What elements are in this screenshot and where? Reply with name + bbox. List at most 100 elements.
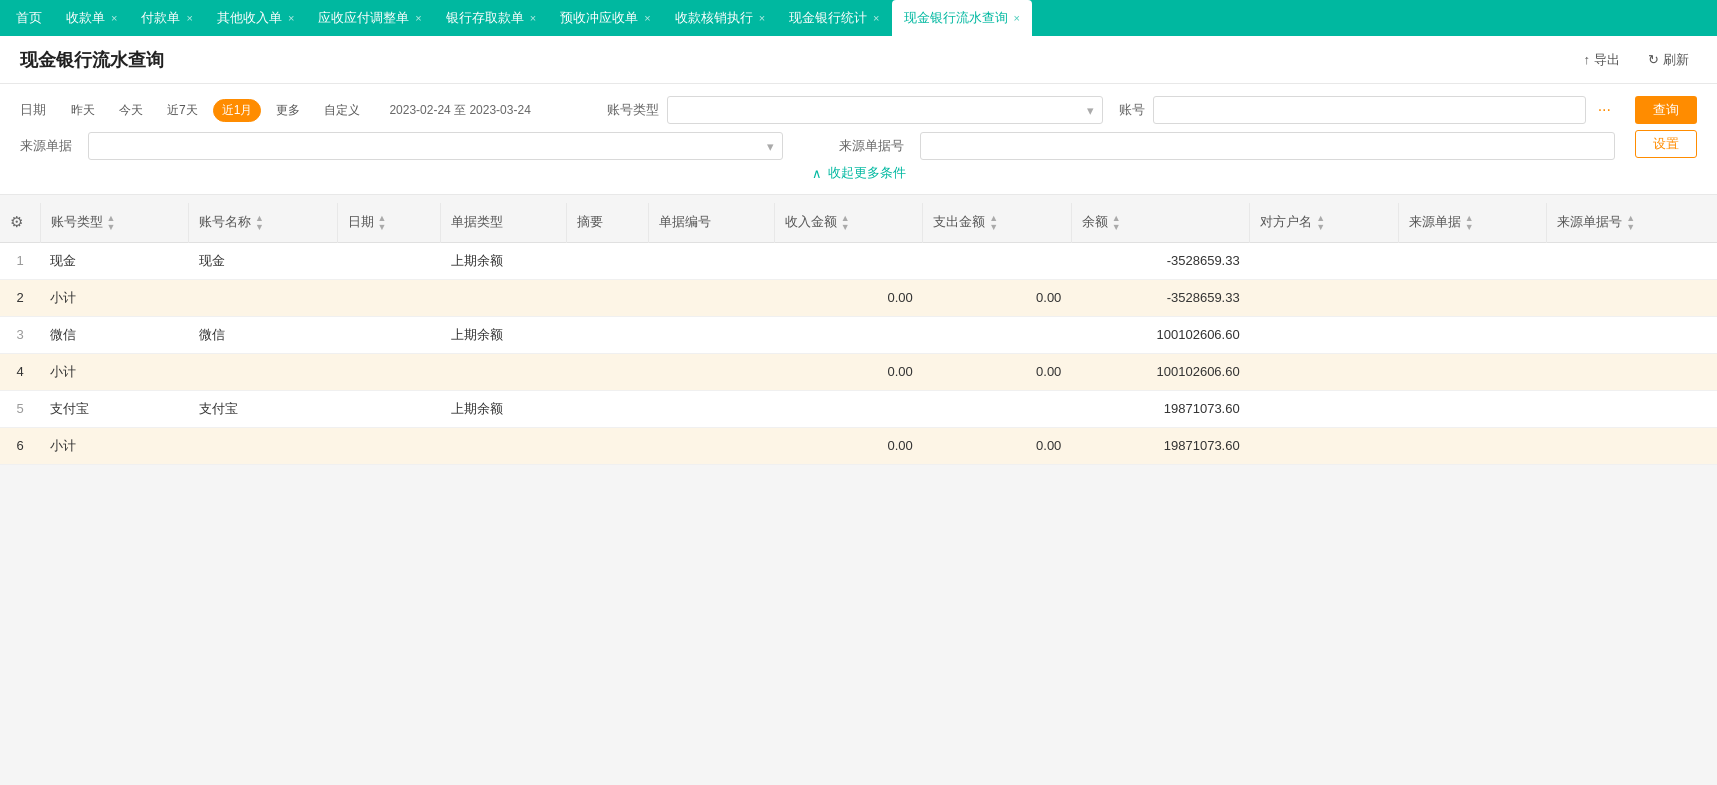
sort-icon-counterparty: ▲▼ [1316, 214, 1325, 232]
account-input[interactable] [1153, 96, 1586, 124]
close-icon-receipt[interactable]: × [111, 12, 117, 24]
nav-item-advance-offset[interactable]: 预收冲应收单× [548, 0, 662, 36]
source-doc-cell [1398, 279, 1547, 316]
account-label: 账号 [1119, 101, 1145, 119]
counterparty-cell [1250, 316, 1399, 353]
source-doc-select[interactable]: ▾ [88, 132, 783, 160]
row-number: 6 [0, 427, 40, 464]
row-number: 3 [0, 316, 40, 353]
source-doc-no-cell [1547, 316, 1717, 353]
close-icon-collect-exec[interactable]: × [759, 12, 765, 24]
close-icon-bank-deposit[interactable]: × [530, 12, 536, 24]
doc-type-cell: 上期余额 [441, 390, 567, 427]
col-header-counterparty[interactable]: 对方户名▲▼ [1250, 203, 1399, 242]
date-option-近1月[interactable]: 近1月 [213, 99, 262, 122]
date-option-自定义[interactable]: 自定义 [315, 99, 369, 122]
col-header-source_doc_no[interactable]: 来源单据号▲▼ [1547, 203, 1717, 242]
table-header: ⚙ 账号类型▲▼账号名称▲▼日期▲▼单据类型摘要单据编号收入金额▲▼支出金额▲▼余… [0, 203, 1717, 242]
summary-cell [567, 427, 648, 464]
account-type-select[interactable]: ▾ [667, 96, 1103, 124]
table-row: 6小计0.000.0019871073.60 [0, 427, 1717, 464]
summary-cell [567, 279, 648, 316]
nav-item-cash-bank-flow[interactable]: 现金银行流水查询× [892, 0, 1032, 36]
table-row: 3微信微信上期余额100102606.60 [0, 316, 1717, 353]
account-more-button[interactable]: ··· [1594, 101, 1615, 119]
doc-type-cell [441, 353, 567, 390]
sort-icon-source_doc_no: ▲▼ [1626, 214, 1635, 232]
date-cell [337, 316, 441, 353]
nav-item-other-income[interactable]: 其他收入单× [205, 0, 306, 36]
col-header-summary: 摘要 [567, 203, 648, 242]
chevron-down-icon: ▾ [1087, 103, 1094, 118]
col-header-account_type[interactable]: 账号类型▲▼ [40, 203, 189, 242]
close-icon-other-income[interactable]: × [288, 12, 294, 24]
counterparty-cell [1250, 242, 1399, 279]
gear-icon[interactable]: ⚙ [10, 213, 23, 230]
income-cell [774, 242, 923, 279]
income-cell: 0.00 [774, 427, 923, 464]
collapse-bar[interactable]: ∧ 收起更多条件 [20, 160, 1697, 182]
col-header-source_doc[interactable]: 来源单据▲▼ [1398, 203, 1547, 242]
date-option-更多[interactable]: 更多 [267, 99, 309, 122]
sort-icon-balance: ▲▼ [1112, 214, 1121, 232]
account-type-cell: 支付宝 [40, 390, 189, 427]
col-header-doc_no: 单据编号 [648, 203, 774, 242]
sort-icon-account_type: ▲▼ [107, 214, 116, 232]
col-header-date[interactable]: 日期▲▼ [337, 203, 441, 242]
source-doc-no-input[interactable] [920, 132, 1615, 160]
expense-cell [923, 390, 1072, 427]
income-cell [774, 390, 923, 427]
summary-cell [567, 316, 648, 353]
close-icon-ar-ap-adjust[interactable]: × [415, 12, 421, 24]
nav-item-home[interactable]: 首页 [4, 0, 54, 36]
col-header-income[interactable]: 收入金额▲▼ [774, 203, 923, 242]
account-name-cell: 微信 [189, 316, 338, 353]
account-type-label: 账号类型 [607, 101, 659, 119]
balance-cell: 19871073.60 [1071, 390, 1249, 427]
col-header-account_name[interactable]: 账号名称▲▼ [189, 203, 338, 242]
source-doc-label: 来源单据 [20, 137, 72, 155]
date-filter-label: 日期 [20, 101, 46, 119]
query-button[interactable]: 查询 [1635, 96, 1697, 124]
date-option-昨天[interactable]: 昨天 [62, 99, 104, 122]
date-cell [337, 242, 441, 279]
expense-cell [923, 242, 1072, 279]
expense-cell: 0.00 [923, 353, 1072, 390]
balance-cell: 100102606.60 [1071, 353, 1249, 390]
nav-item-bank-deposit[interactable]: 银行存取款单× [434, 0, 548, 36]
expense-cell: 0.00 [923, 279, 1072, 316]
nav-item-collect-exec[interactable]: 收款核销执行× [663, 0, 777, 36]
doc-no-cell [648, 390, 774, 427]
table-row: 1现金现金上期余额-3528659.33 [0, 242, 1717, 279]
nav-item-cash-bank-stat[interactable]: 现金银行统计× [777, 0, 891, 36]
summary-cell [567, 390, 648, 427]
nav-item-ar-ap-adjust[interactable]: 应收应付调整单× [306, 0, 433, 36]
nav-item-payment[interactable]: 付款单× [129, 0, 204, 36]
balance-cell: 100102606.60 [1071, 316, 1249, 353]
date-option-今天[interactable]: 今天 [110, 99, 152, 122]
account-name-cell [189, 279, 338, 316]
close-icon-payment[interactable]: × [186, 12, 192, 24]
expense-cell [923, 316, 1072, 353]
close-icon-cash-bank-flow[interactable]: × [1014, 12, 1020, 24]
refresh-button[interactable]: ↻ 刷新 [1640, 47, 1697, 73]
close-icon-cash-bank-stat[interactable]: × [873, 12, 879, 24]
account-type-cell: 现金 [40, 242, 189, 279]
date-option-近7天[interactable]: 近7天 [158, 99, 207, 122]
counterparty-cell [1250, 390, 1399, 427]
col-header-balance[interactable]: 余额▲▼ [1071, 203, 1249, 242]
table-body: 1现金现金上期余额-3528659.332小计0.000.00-3528659.… [0, 242, 1717, 464]
source-doc-cell [1398, 242, 1547, 279]
refresh-label: 刷新 [1663, 51, 1689, 69]
nav-item-receipt[interactable]: 收款单× [54, 0, 129, 36]
export-button[interactable]: ↑ 导出 [1576, 47, 1629, 73]
doc-no-cell [648, 427, 774, 464]
col-header-doc_type: 单据类型 [441, 203, 567, 242]
sort-icon-expense: ▲▼ [989, 214, 998, 232]
settings-button[interactable]: 设置 [1635, 130, 1697, 158]
close-icon-advance-offset[interactable]: × [644, 12, 650, 24]
source-doc-no-cell [1547, 279, 1717, 316]
col-header-expense[interactable]: 支出金额▲▼ [923, 203, 1072, 242]
account-name-cell [189, 353, 338, 390]
table-row: 4小计0.000.00100102606.60 [0, 353, 1717, 390]
